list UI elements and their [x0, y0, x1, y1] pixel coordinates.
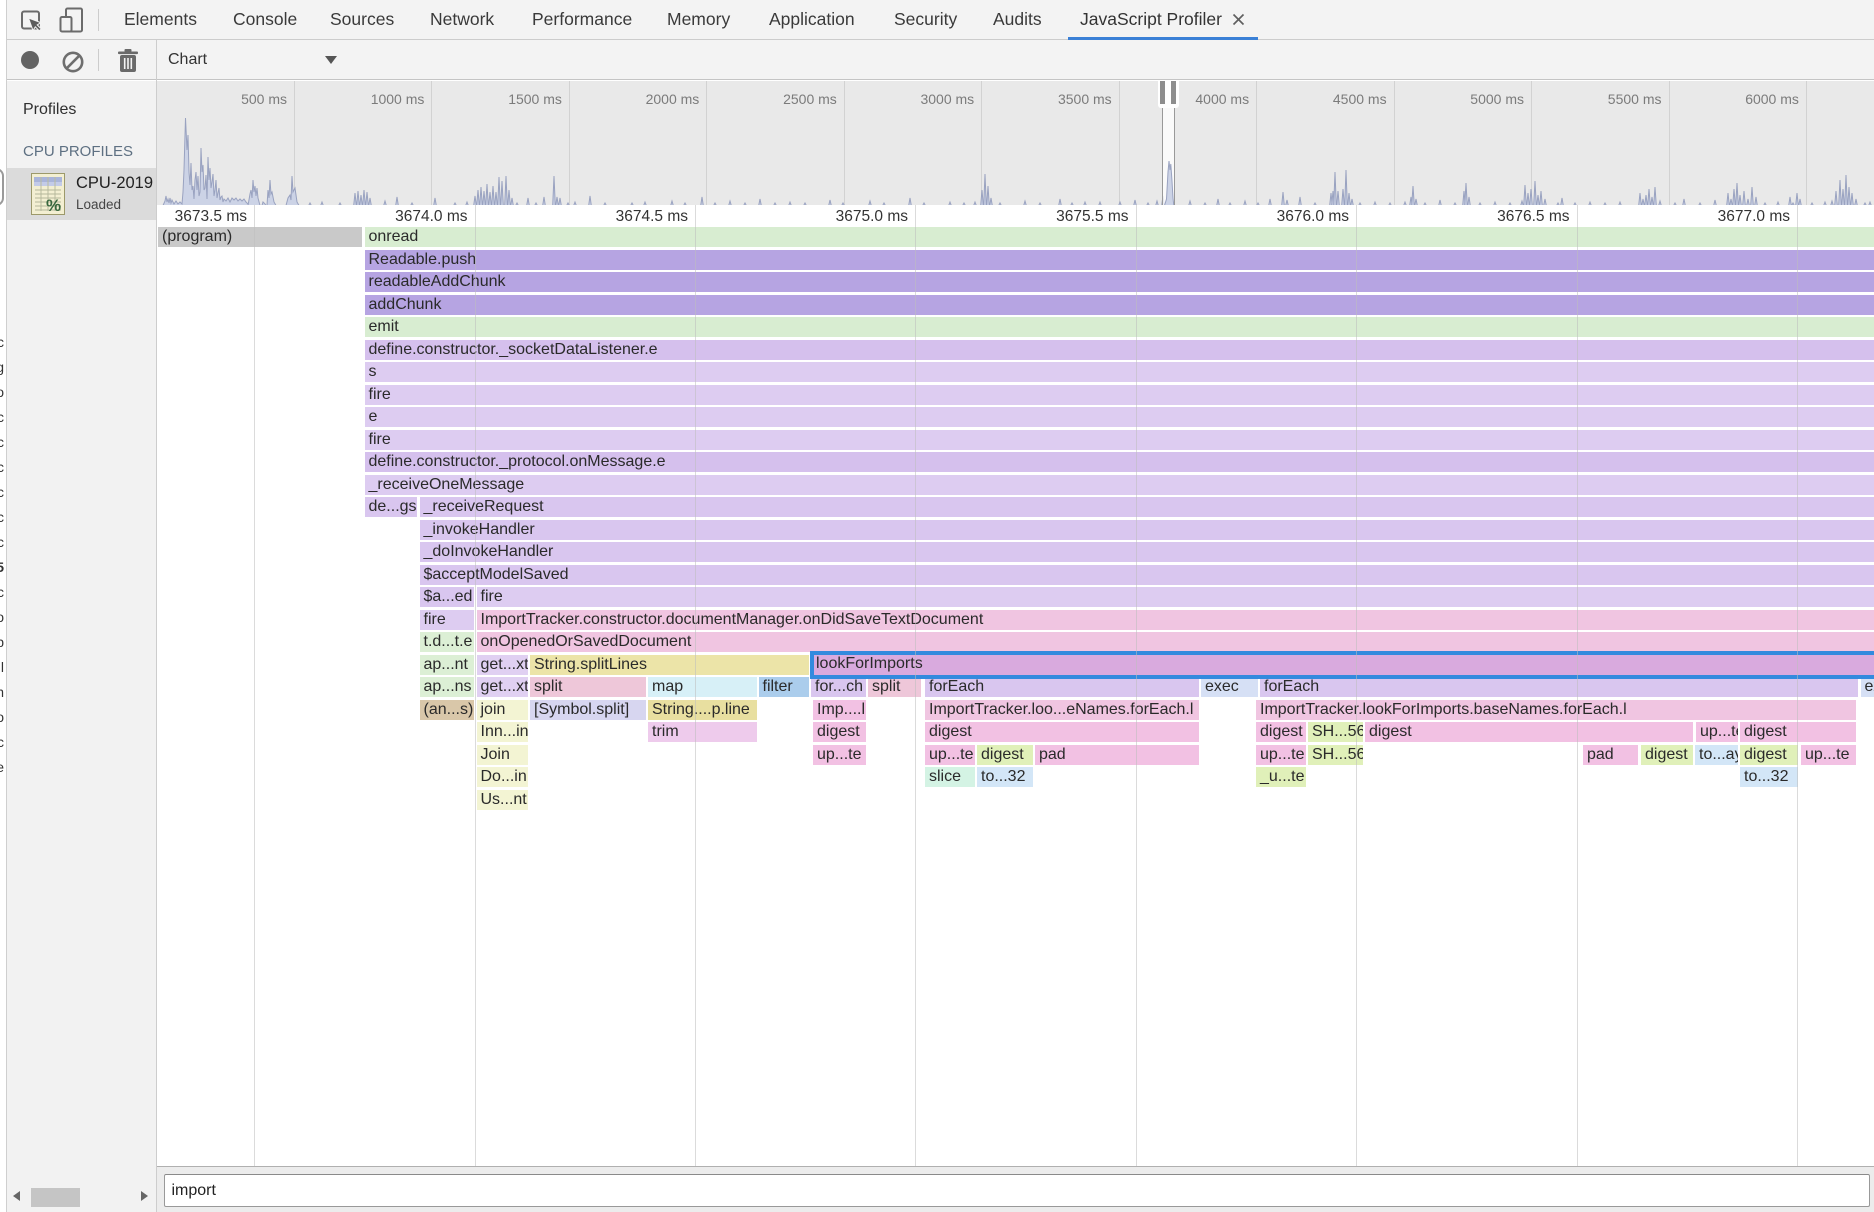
svg-text:%: % — [46, 196, 61, 215]
